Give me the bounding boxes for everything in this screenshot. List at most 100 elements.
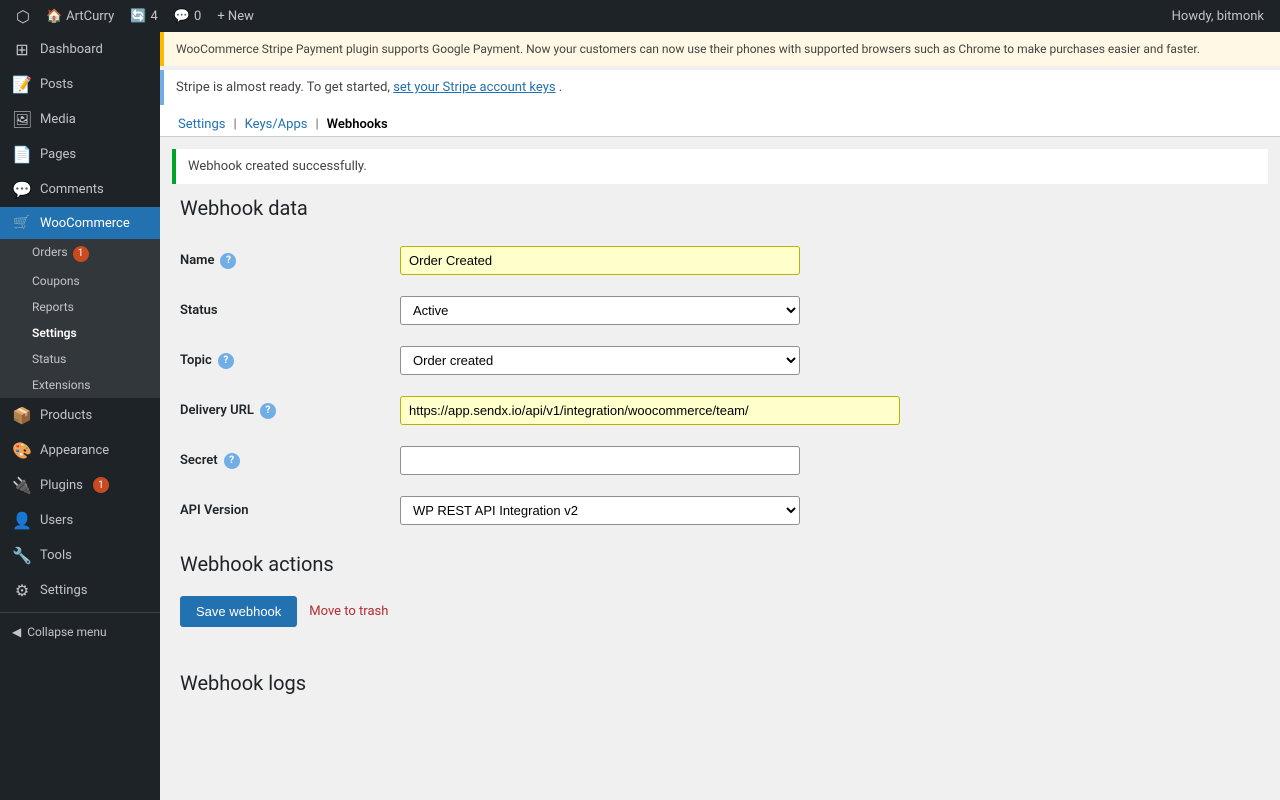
topic-label: Topic	[180, 353, 212, 368]
sidebar-item-appearance[interactable]: 🎨 Appearance	[0, 433, 160, 468]
sidebar-item-dashboard[interactable]: ⊞ Dashboard	[0, 32, 160, 67]
delivery-url-row: Delivery URL ?	[180, 386, 1260, 436]
sidebar: ⊞ Dashboard 📝 Posts 🖼 Media 📄 Pages 💬 Co…	[0, 32, 160, 800]
webhook-logs-title: Webhook logs	[180, 659, 1260, 695]
collapse-icon: ◀	[12, 625, 21, 639]
secret-field-container	[400, 446, 1260, 475]
sidebar-item-users[interactable]: 👤 Users	[0, 503, 160, 538]
tab-keys-apps[interactable]: Keys/Apps	[239, 113, 314, 136]
name-label: Name	[180, 253, 214, 268]
users-icon: 👤	[12, 511, 32, 530]
success-text: Webhook created successfully.	[188, 159, 367, 174]
submenu-status[interactable]: Status	[0, 346, 160, 372]
stripe-notice-suffix: .	[559, 80, 562, 95]
sidebar-item-label: Settings	[40, 583, 87, 598]
howdy-text: Howdy, bitmonk	[1172, 9, 1264, 24]
secret-input[interactable]	[400, 446, 800, 475]
plugins-badge: 1	[93, 477, 109, 493]
appearance-icon: 🎨	[12, 441, 32, 460]
api-version-select[interactable]: WP REST API Integration v2 WP REST API I…	[400, 496, 800, 525]
topic-help-icon[interactable]: ?	[218, 353, 234, 369]
secret-label-container: Secret ?	[180, 453, 400, 469]
delivery-url-field-container	[400, 396, 1260, 425]
stripe-notice-prefix: Stripe is almost ready. To get started,	[176, 80, 393, 95]
sidebar-divider	[0, 612, 160, 613]
move-to-trash-link[interactable]: Move to trash	[309, 604, 388, 619]
wp-logo-item[interactable]: ⬡	[8, 0, 38, 32]
site-name: ArtCurry	[66, 9, 114, 24]
sidebar-item-comments[interactable]: 💬 Comments	[0, 172, 160, 207]
site-name-item[interactable]: 🏠 ArtCurry	[38, 0, 122, 32]
status-label: Status	[180, 303, 218, 318]
comments-item[interactable]: 💬 0	[166, 0, 210, 32]
submenu-orders[interactable]: Orders 1	[0, 239, 160, 268]
updates-count: 4	[151, 9, 158, 24]
woocommerce-icon: 🛒	[12, 215, 32, 231]
api-version-label: API Version	[180, 503, 249, 518]
tools-icon: 🔧	[12, 546, 32, 565]
posts-icon: 📝	[12, 75, 32, 94]
submenu-coupons[interactable]: Coupons	[0, 268, 160, 294]
sidebar-item-tools[interactable]: 🔧 Tools	[0, 538, 160, 573]
sidebar-item-label: WooCommerce	[40, 216, 130, 231]
comments-nav-icon: 💬	[12, 180, 32, 199]
wp-logo-icon: ⬡	[16, 7, 30, 26]
status-field-container: Active Disabled Paused	[400, 296, 1260, 325]
sidebar-item-woocommerce[interactable]: 🛒 WooCommerce	[0, 207, 160, 239]
name-label-container: Name ?	[180, 253, 400, 269]
topic-field-container: Order created Order updated Order delete…	[400, 346, 1260, 375]
delivery-url-help-icon[interactable]: ?	[260, 403, 276, 419]
name-field-container	[400, 246, 1260, 275]
collapse-menu-item[interactable]: ◀ Collapse menu	[0, 617, 160, 647]
name-input[interactable]	[400, 246, 800, 275]
topic-label-container: Topic ?	[180, 353, 400, 369]
products-icon: 📦	[12, 406, 32, 425]
api-version-row: API Version WP REST API Integration v2 W…	[180, 486, 1260, 536]
tab-navigation: Settings | Keys/Apps | Webhooks	[160, 105, 1280, 137]
new-label: + New	[217, 9, 254, 24]
submenu-settings[interactable]: Settings	[0, 320, 160, 346]
dashboard-icon: ⊞	[12, 40, 32, 59]
delivery-url-label: Delivery URL	[180, 403, 254, 418]
api-version-field-container: WP REST API Integration v2 WP REST API I…	[400, 496, 1260, 525]
sidebar-item-label: Media	[40, 112, 76, 127]
name-help-icon[interactable]: ?	[220, 253, 236, 269]
settings-icon: ⚙	[12, 581, 32, 600]
secret-help-icon[interactable]: ?	[224, 453, 240, 469]
secret-row: Secret ?	[180, 436, 1260, 486]
sidebar-item-products[interactable]: 📦 Products	[0, 398, 160, 433]
stripe-account-keys-link[interactable]: set your Stripe account keys	[393, 80, 555, 95]
delivery-url-label-container: Delivery URL ?	[180, 403, 400, 419]
content-area: WooCommerce Stripe Payment plugin suppor…	[160, 32, 1280, 800]
sidebar-item-label: Appearance	[40, 443, 109, 458]
sidebar-item-label: Products	[40, 408, 92, 423]
submenu-reports[interactable]: Reports	[0, 294, 160, 320]
updates-item[interactable]: 🔄 4	[122, 0, 166, 32]
updates-icon: 🔄	[130, 9, 146, 24]
tab-settings[interactable]: Settings	[172, 113, 231, 136]
sidebar-item-label: Posts	[40, 77, 73, 92]
sidebar-item-settings[interactable]: ⚙ Settings	[0, 573, 160, 608]
sidebar-item-plugins[interactable]: 🔌 Plugins 1	[0, 468, 160, 503]
media-icon: 🖼	[12, 110, 32, 129]
howdy-item[interactable]: Howdy, bitmonk	[1164, 0, 1272, 32]
google-payment-text: WooCommerce Stripe Payment plugin suppor…	[176, 42, 1200, 56]
save-webhook-button[interactable]: Save webhook	[180, 596, 297, 627]
success-notice: Webhook created successfully.	[172, 149, 1268, 184]
sidebar-item-label: Pages	[40, 147, 76, 162]
sidebar-item-pages[interactable]: 📄 Pages	[0, 137, 160, 172]
new-item[interactable]: + New	[209, 0, 262, 32]
submenu-extensions[interactable]: Extensions	[0, 372, 160, 398]
sidebar-item-label: Tools	[40, 548, 72, 563]
collapse-label: Collapse menu	[27, 625, 106, 639]
sidebar-item-label: Comments	[40, 182, 104, 197]
sidebar-item-posts[interactable]: 📝 Posts	[0, 67, 160, 102]
sidebar-item-media[interactable]: 🖼 Media	[0, 102, 160, 137]
comments-count: 0	[194, 9, 201, 24]
webhook-actions-title: Webhook actions	[180, 552, 1260, 576]
status-select[interactable]: Active Disabled Paused	[400, 296, 800, 325]
sidebar-item-label: Users	[40, 513, 73, 528]
delivery-url-input[interactable]	[400, 396, 900, 425]
secret-label: Secret	[180, 453, 218, 468]
topic-select[interactable]: Order created Order updated Order delete…	[400, 346, 800, 375]
